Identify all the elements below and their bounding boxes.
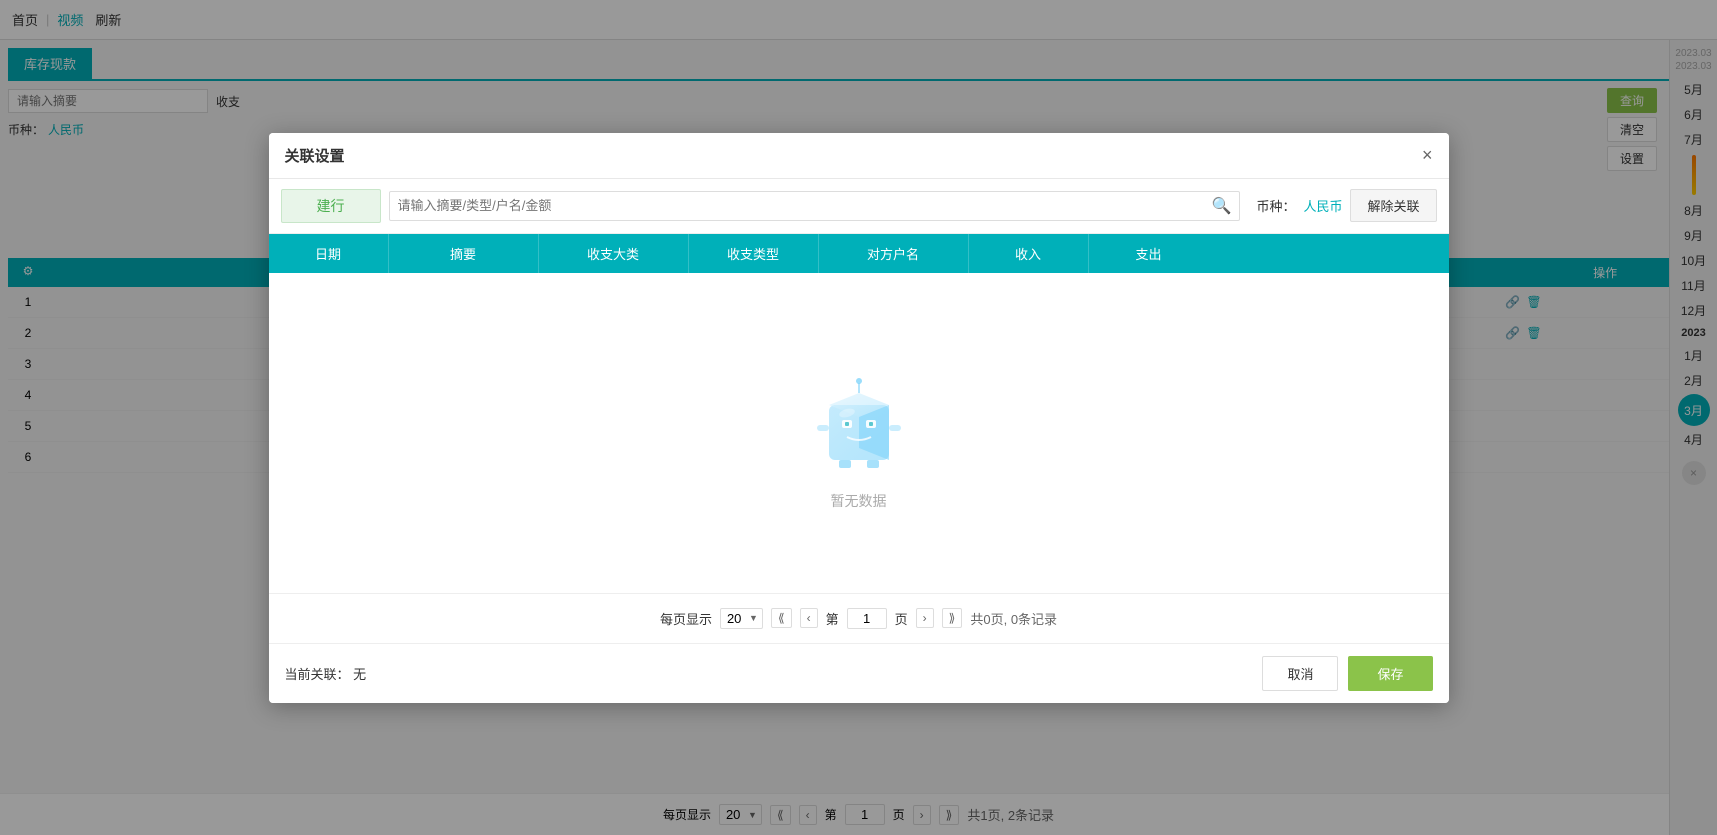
dialog-search-toolbar: 建行 🔍 币种： 人民币 解除关联 xyxy=(269,179,1449,234)
th-type: 收支类型 xyxy=(689,234,819,273)
current-link-area: 当前关联： 无 xyxy=(285,664,367,683)
page-label: 第 xyxy=(826,609,839,628)
dialog-body: 建行 🔍 币种： 人民币 解除关联 日期 摘要 收支大类 收支类型 对方户名 收… xyxy=(269,179,1449,643)
empty-icon xyxy=(809,375,909,475)
th-summary: 摘要 xyxy=(389,234,539,273)
th-income: 收入 xyxy=(969,234,1089,273)
dialog-search-input[interactable] xyxy=(398,198,1212,213)
association-dialog: 关联设置 × 建行 🔍 币种： 人民币 解除关联 日期 摘要 收支大类 收支类型… xyxy=(269,133,1449,703)
unlink-button[interactable]: 解除关联 xyxy=(1350,189,1436,222)
th-expense: 支出 xyxy=(1089,234,1209,273)
dialog-header: 关联设置 × xyxy=(269,133,1449,179)
dialog-table-header: 日期 摘要 收支大类 收支类型 对方户名 收入 支出 xyxy=(269,234,1449,273)
th-counterpart: 对方户名 xyxy=(819,234,969,273)
search-input-wrap: 🔍 xyxy=(389,191,1241,221)
next-page-btn[interactable]: › xyxy=(916,608,934,628)
dialog-currency-value: 人民币 xyxy=(1303,196,1342,215)
search-icon[interactable]: 🔍 xyxy=(1212,196,1232,216)
dialog-footer: 当前关联： 无 取消 保存 xyxy=(269,643,1449,703)
th-category: 收支大类 xyxy=(539,234,689,273)
prev-page-btn[interactable]: ‹ xyxy=(800,608,818,628)
dialog-currency-label: 币种： xyxy=(1256,196,1295,215)
dialog-title: 关联设置 xyxy=(285,145,345,166)
page-size-select[interactable]: 20 xyxy=(720,608,763,629)
page-input[interactable] xyxy=(847,608,887,629)
current-link-label: 当前关联： xyxy=(285,667,350,682)
current-link-value: 无 xyxy=(353,667,366,682)
footer-buttons: 取消 保存 xyxy=(1262,656,1432,691)
page-size-select-wrap[interactable]: 20 xyxy=(720,608,763,629)
empty-state: 暂无数据 xyxy=(269,273,1449,593)
per-page-label: 每页显示 xyxy=(660,609,712,628)
th-date: 日期 xyxy=(269,234,389,273)
save-button[interactable]: 保存 xyxy=(1348,656,1432,691)
dialog-pagination: 每页显示 20 ⟪ ‹ 第 页 › ⟫ 共0页, 0条记录 xyxy=(269,593,1449,643)
page-unit: 页 xyxy=(895,609,908,628)
empty-text: 暂无数据 xyxy=(831,491,887,511)
dialog-close-btn[interactable]: × xyxy=(1422,146,1433,164)
total-info: 共0页, 0条记录 xyxy=(970,609,1057,628)
first-page-btn[interactable]: ⟪ xyxy=(771,608,792,628)
last-page-btn[interactable]: ⟫ xyxy=(942,608,963,628)
bank-tag: 建行 xyxy=(281,189,381,223)
cancel-button[interactable]: 取消 xyxy=(1262,656,1338,691)
